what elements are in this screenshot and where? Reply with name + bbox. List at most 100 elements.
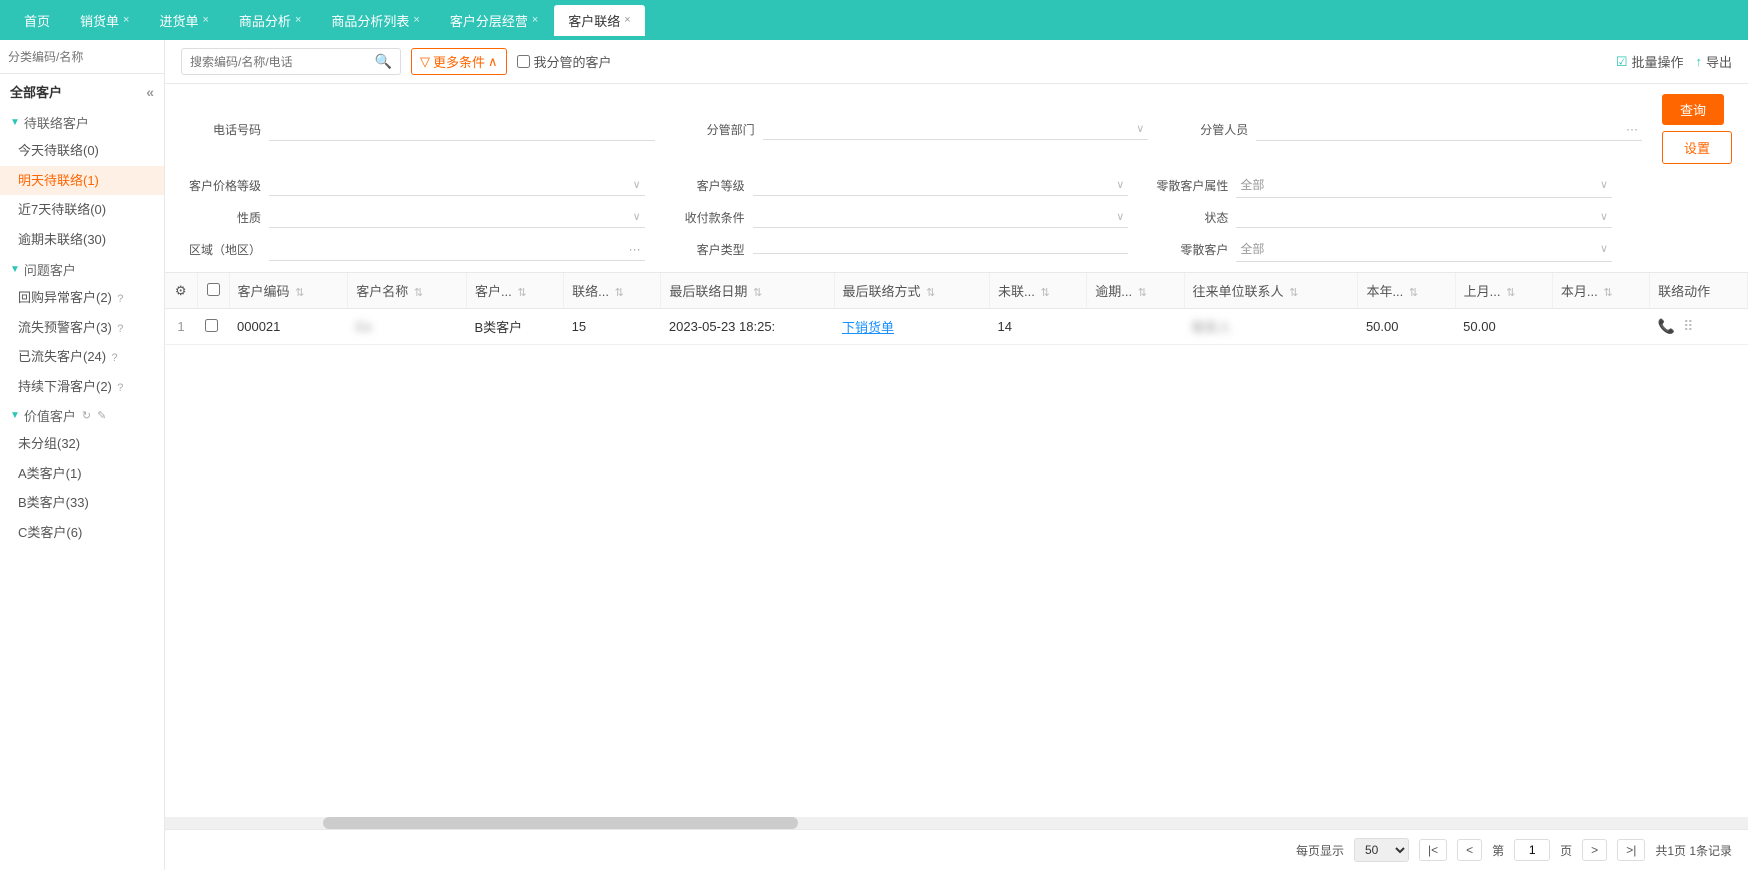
main-search-icon[interactable]: 🔍 xyxy=(375,53,392,70)
action-more-icon[interactable]: ⠿ xyxy=(1683,318,1693,335)
refresh-icon[interactable]: ↻ xyxy=(82,409,91,422)
retail-customer-select[interactable]: 全部 ∨ xyxy=(1236,236,1612,262)
region-select[interactable]: ··· xyxy=(269,238,645,261)
sidebar-all-customers[interactable]: 全部客户 « xyxy=(0,74,164,107)
col-this-year[interactable]: 本年... ⇅ xyxy=(1358,273,1455,309)
sidebar-item-c[interactable]: C类客户(6) xyxy=(0,518,164,548)
customer-level-select[interactable]: ∨ xyxy=(753,174,1129,196)
nav-purchase-close[interactable]: × xyxy=(202,14,208,26)
row-select-checkbox[interactable] xyxy=(205,319,218,332)
horizontal-scrollbar[interactable] xyxy=(165,817,1748,829)
set-button[interactable]: 设置 xyxy=(1662,131,1732,164)
status-select[interactable]: ∨ xyxy=(1236,206,1612,228)
region-field: 区域（地区） ··· xyxy=(181,238,645,261)
last-page-button[interactable]: >| xyxy=(1617,839,1645,861)
nav-home[interactable]: 首页 xyxy=(10,5,64,36)
phone-input[interactable] xyxy=(269,118,655,141)
nav-goods-analysis-list[interactable]: 商品分析列表 × xyxy=(317,5,433,36)
col-this-month[interactable]: 本月... ⇅ xyxy=(1552,273,1649,309)
sidebar-search-input[interactable] xyxy=(8,50,163,64)
row-last-method: 下销货单 xyxy=(834,309,990,345)
sidebar-item-abnormal[interactable]: 回购异常客户(2) ? xyxy=(0,283,164,313)
retail-attr-label: 零散客户属性 xyxy=(1148,177,1228,194)
nav-customer-tier[interactable]: 客户分层经营 × xyxy=(436,5,552,36)
scrollbar-thumb[interactable] xyxy=(323,817,798,829)
main-search-input[interactable] xyxy=(190,55,369,69)
customer-type-select[interactable] xyxy=(753,245,1129,254)
export-button[interactable]: ↑ 导出 xyxy=(1695,52,1732,71)
col-last-month[interactable]: 上月... ⇅ xyxy=(1455,273,1552,309)
col-last-date[interactable]: 最后联络日期 ⇅ xyxy=(661,273,834,309)
nav-goods-list-close[interactable]: × xyxy=(413,14,419,26)
top-navigation: 首页 销货单 × 进货单 × 商品分析 × 商品分析列表 × 客户分层经营 × … xyxy=(0,0,1748,40)
sidebar-item-today[interactable]: 今天待联络(0) xyxy=(0,136,164,166)
nav-purchase[interactable]: 进货单 × xyxy=(145,5,222,36)
sidebar-item-ungroup[interactable]: 未分组(32) xyxy=(0,429,164,459)
payment-select[interactable]: ∨ xyxy=(753,206,1129,228)
customer-table: ⚙ 客户编码 ⇅ 客户名称 ⇅ 客户... xyxy=(165,273,1748,345)
info-icon-0[interactable]: ? xyxy=(117,293,123,305)
dept-field: 分管部门 ∨ xyxy=(675,118,1149,140)
info-icon-2[interactable]: ? xyxy=(111,352,117,364)
action-phone-icon[interactable]: 📞 xyxy=(1658,318,1675,335)
more-conditions-button[interactable]: ▽ 更多条件 ∧ xyxy=(411,48,507,75)
sidebar-item-overdue[interactable]: 逾期未联络(30) xyxy=(0,225,164,255)
dept-select[interactable]: ∨ xyxy=(763,118,1149,140)
nav-sales-close[interactable]: × xyxy=(123,14,129,26)
nav-customer-contact[interactable]: 客户联络 × xyxy=(554,5,644,36)
tri-icon: ▼ xyxy=(10,117,20,128)
sidebar-item-a[interactable]: A类客户(1) xyxy=(0,459,164,489)
info-icon-3[interactable]: ? xyxy=(117,382,123,394)
col-checkbox[interactable] xyxy=(197,273,229,309)
sidebar-item-lostwarning[interactable]: 流失预警客户(3) ? xyxy=(0,313,164,343)
my-customers-checkbox[interactable] xyxy=(517,55,530,68)
prev-page-button[interactable]: < xyxy=(1457,839,1482,861)
sidebar-item-lost[interactable]: 已流失客户(24) ? xyxy=(0,342,164,372)
first-page-button[interactable]: |< xyxy=(1419,839,1447,861)
payment-field: 收付款条件 ∨ xyxy=(665,206,1129,228)
col-contact[interactable]: 联络... ⇅ xyxy=(564,273,661,309)
customer-level-chevron: ∨ xyxy=(1116,178,1124,191)
col-uncontacted[interactable]: 未联... ⇅ xyxy=(990,273,1087,309)
sidebar-item-week[interactable]: 近7天待联络(0) xyxy=(0,195,164,225)
filter-row-1: 电话号码 分管部门 ∨ 分管人员 ··· xyxy=(181,94,1732,164)
manager-dots[interactable]: ··· xyxy=(1626,122,1638,136)
edit-icon[interactable]: ✎ xyxy=(97,409,106,422)
sidebar-item-b[interactable]: B类客户(33) xyxy=(0,488,164,518)
price-chevron: ∨ xyxy=(633,178,641,191)
nav-sales[interactable]: 销货单 × xyxy=(66,5,143,36)
region-dots[interactable]: ··· xyxy=(629,242,641,256)
sidebar-collapse-icon[interactable]: « xyxy=(146,84,154,100)
col-name[interactable]: 客户名称 ⇅ xyxy=(348,273,467,309)
gender-select[interactable]: ∨ xyxy=(269,206,645,228)
retail-attr-select[interactable]: 全部 ∨ xyxy=(1236,172,1612,198)
nav-customer-tier-close[interactable]: × xyxy=(532,14,538,26)
sort-icon-unc: ⇅ xyxy=(1041,287,1050,299)
col-overdue[interactable]: 逾期... ⇅ xyxy=(1087,273,1184,309)
row-checkbox[interactable] xyxy=(197,309,229,345)
nav-customer-contact-close[interactable]: × xyxy=(624,14,630,26)
batch-op-button[interactable]: ☑ 批量操作 xyxy=(1616,52,1684,71)
info-icon-1[interactable]: ? xyxy=(117,323,123,335)
nav-goods-analysis-close[interactable]: × xyxy=(295,14,301,26)
page-suffix: 页 xyxy=(1560,842,1572,859)
manager-select[interactable]: ··· xyxy=(1256,118,1642,141)
my-customers-filter[interactable]: 我分管的客户 xyxy=(517,52,612,71)
price-level-field: 客户价格等级 ∨ xyxy=(181,174,645,196)
nav-goods-analysis[interactable]: 商品分析 × xyxy=(225,5,315,36)
col-settings[interactable]: ⚙ xyxy=(165,273,197,309)
price-level-select[interactable]: ∨ xyxy=(269,174,645,196)
query-button[interactable]: 查询 xyxy=(1662,94,1724,125)
row-overdue xyxy=(1087,309,1184,345)
col-contact-person[interactable]: 往来单位联系人 ⇅ xyxy=(1184,273,1358,309)
col-type[interactable]: 客户... ⇅ xyxy=(466,273,563,309)
row-uncontacted: 14 xyxy=(990,309,1087,345)
select-all-checkbox[interactable] xyxy=(207,283,220,296)
sidebar-item-tomorrow[interactable]: 明天待联络(1) xyxy=(0,166,164,196)
next-page-button[interactable]: > xyxy=(1582,839,1607,861)
col-last-method[interactable]: 最后联络方式 ⇅ xyxy=(834,273,990,309)
col-code[interactable]: 客户编码 ⇅ xyxy=(229,273,348,309)
per-page-select[interactable]: 50 100 200 xyxy=(1354,838,1409,862)
sidebar-item-declining[interactable]: 持续下滑客户(2) ? xyxy=(0,372,164,402)
page-input[interactable] xyxy=(1514,839,1550,861)
